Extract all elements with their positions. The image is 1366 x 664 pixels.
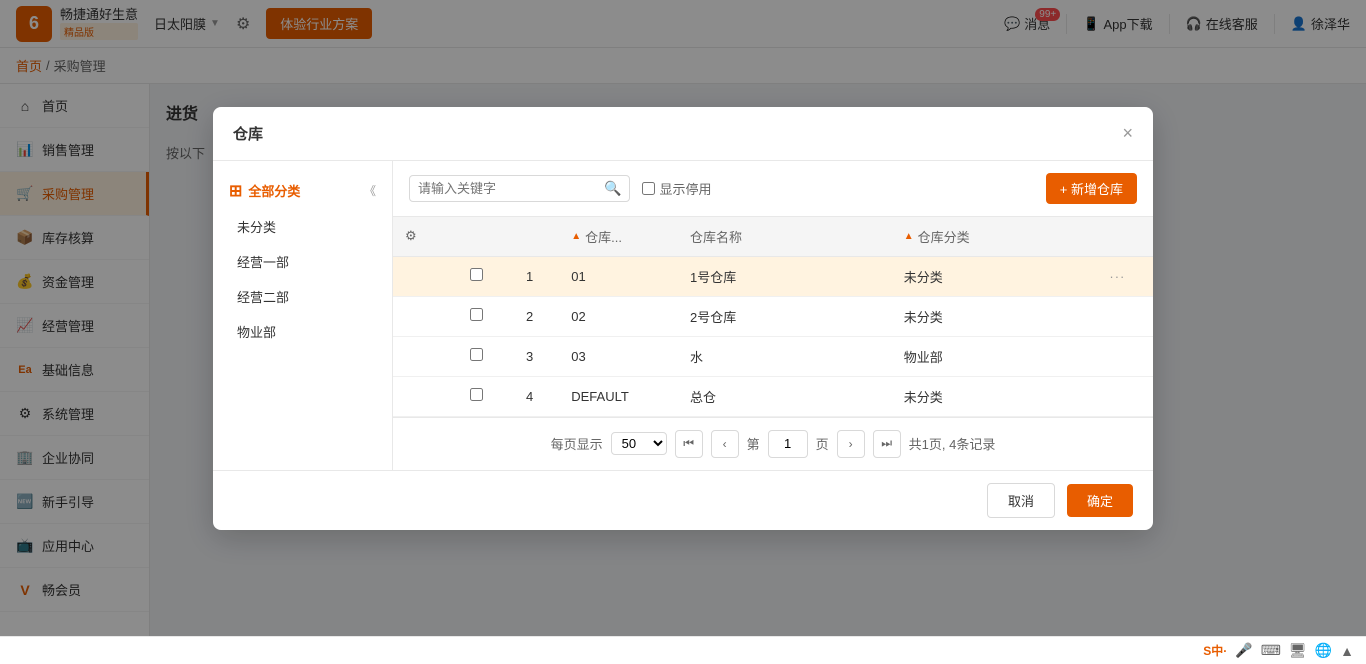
row-dots-icon[interactable]: ··· bbox=[1109, 269, 1125, 284]
table-body: 1 01 1号仓库 未分类 ··· 2 02 2 bbox=[393, 256, 1153, 416]
per-page-label: 每页显示 bbox=[551, 434, 603, 453]
row-checkbox[interactable] bbox=[470, 268, 483, 281]
page-label: 第 bbox=[747, 434, 760, 453]
table-scroll: ⚙ ▲ 仓库... 仓库名称 bbox=[393, 217, 1153, 417]
table-row[interactable]: 1 01 1号仓库 未分类 ··· bbox=[393, 256, 1153, 296]
row-check[interactable] bbox=[452, 296, 500, 336]
statusbar: S中· 🎤 ⌨ 🖥 🌐 ▲ bbox=[0, 636, 1366, 664]
prev-page-button[interactable]: ‹ bbox=[711, 430, 739, 458]
search-box: 🔍 bbox=[409, 175, 630, 202]
add-warehouse-button[interactable]: + 新增仓库 bbox=[1046, 173, 1137, 204]
th-type-label: 仓库分类 bbox=[918, 227, 970, 246]
cat-item-ops1[interactable]: 经营一部 bbox=[213, 244, 392, 279]
category-panel: ⊞ 全部分类 《 未分类 经营一部 经营二部 物业部 bbox=[213, 161, 393, 470]
arrow-up-icon[interactable]: ▲ bbox=[1340, 643, 1354, 659]
row-type: 未分类 bbox=[892, 376, 1082, 416]
last-page-button[interactable]: ⏭ bbox=[873, 430, 901, 458]
row-name: 1号仓库 bbox=[678, 256, 892, 296]
row-checkbox[interactable] bbox=[470, 308, 483, 321]
row-code: 03 bbox=[559, 336, 678, 376]
th-type: ▲ 仓库分类 bbox=[892, 217, 1082, 257]
th-gear[interactable]: ⚙ bbox=[393, 217, 452, 257]
warehouse-modal: 仓库 × ⊞ 全部分类 《 未分类 经营一部 经营二部 物业部 bbox=[213, 107, 1153, 530]
row-actions bbox=[1082, 336, 1153, 376]
row-type: 物业部 bbox=[892, 336, 1082, 376]
row-code: DEFAULT bbox=[559, 376, 678, 416]
row-no: 4 bbox=[500, 376, 559, 416]
pagination: 每页显示 50 100 ⏮ ‹ 第 页 › ⏭ 共1页, 4条记录 bbox=[393, 417, 1153, 470]
next-page-button[interactable]: › bbox=[837, 430, 865, 458]
search-input[interactable] bbox=[418, 181, 598, 196]
table-row[interactable]: 4 DEFAULT 总仓 未分类 bbox=[393, 376, 1153, 416]
row-gear bbox=[393, 376, 452, 416]
row-gear bbox=[393, 336, 452, 376]
cancel-button[interactable]: 取消 bbox=[987, 483, 1055, 518]
th-actions bbox=[1082, 217, 1153, 257]
table-toolbar: 🔍 显示停用 + 新增仓库 bbox=[393, 161, 1153, 217]
page-suffix: 页 bbox=[816, 434, 829, 453]
row-no: 2 bbox=[500, 296, 559, 336]
type-sort-icon: ▲ bbox=[904, 231, 914, 242]
show-disabled-checkbox[interactable] bbox=[642, 182, 655, 195]
category-header[interactable]: ⊞ 全部分类 《 bbox=[213, 173, 392, 209]
cat-item-unclassified[interactable]: 未分类 bbox=[213, 209, 392, 244]
modal-title: 仓库 bbox=[233, 123, 263, 144]
warehouse-table: ⚙ ▲ 仓库... 仓库名称 bbox=[393, 217, 1153, 417]
th-check bbox=[452, 217, 500, 257]
row-name: 总仓 bbox=[678, 376, 892, 416]
row-check[interactable] bbox=[452, 336, 500, 376]
modal-footer: 取消 确定 bbox=[213, 470, 1153, 530]
keyboard-icon[interactable]: ⌨ bbox=[1261, 642, 1281, 659]
monitor-icon[interactable]: 🖥 bbox=[1289, 642, 1307, 659]
row-check[interactable] bbox=[452, 376, 500, 416]
row-checkbox[interactable] bbox=[470, 348, 483, 361]
th-no bbox=[500, 217, 559, 257]
language-icon[interactable]: 🌐 bbox=[1315, 642, 1332, 659]
modal-overlay: 仓库 × ⊞ 全部分类 《 未分类 经营一部 经营二部 物业部 bbox=[0, 0, 1366, 636]
per-page-select[interactable]: 50 100 bbox=[611, 432, 667, 455]
row-check[interactable] bbox=[452, 256, 500, 296]
row-actions[interactable]: ··· bbox=[1082, 256, 1153, 296]
table-row[interactable]: 2 02 2号仓库 未分类 bbox=[393, 296, 1153, 336]
search-icon: 🔍 bbox=[604, 180, 621, 197]
modal-close-button[interactable]: × bbox=[1122, 123, 1133, 144]
row-code: 02 bbox=[559, 296, 678, 336]
row-name: 2号仓库 bbox=[678, 296, 892, 336]
modal-header: 仓库 × bbox=[213, 107, 1153, 161]
th-code[interactable]: ▲ 仓库... bbox=[559, 217, 678, 257]
row-no: 3 bbox=[500, 336, 559, 376]
row-actions bbox=[1082, 296, 1153, 336]
table-panel: 🔍 显示停用 + 新增仓库 ⚙ bbox=[393, 161, 1153, 470]
table-row[interactable]: 3 03 水 物业部 bbox=[393, 336, 1153, 376]
row-type: 未分类 bbox=[892, 256, 1082, 296]
row-type: 未分类 bbox=[892, 296, 1082, 336]
category-all-label: 全部分类 bbox=[248, 181, 300, 200]
grid-icon: ⊞ bbox=[229, 181, 242, 201]
show-disabled-text: 显示停用 bbox=[659, 179, 711, 198]
table-head: ⚙ ▲ 仓库... 仓库名称 bbox=[393, 217, 1153, 257]
statusbar-brand: S中· bbox=[1203, 642, 1227, 659]
cat-item-ops2[interactable]: 经营二部 bbox=[213, 279, 392, 314]
page-input[interactable] bbox=[768, 430, 808, 458]
category-collapse-button[interactable]: 《 bbox=[364, 182, 376, 199]
mic-icon[interactable]: 🎤 bbox=[1235, 642, 1252, 659]
confirm-button[interactable]: 确定 bbox=[1067, 484, 1133, 517]
sort-icon: ▲ bbox=[571, 231, 581, 242]
row-actions bbox=[1082, 376, 1153, 416]
gear-th-icon: ⚙ bbox=[405, 228, 417, 243]
first-page-button[interactable]: ⏮ bbox=[675, 430, 703, 458]
modal-body: ⊞ 全部分类 《 未分类 经营一部 经营二部 物业部 🔍 bbox=[213, 161, 1153, 470]
th-code-label: 仓库... bbox=[585, 227, 622, 246]
row-name: 水 bbox=[678, 336, 892, 376]
row-checkbox[interactable] bbox=[470, 388, 483, 401]
row-code: 01 bbox=[559, 256, 678, 296]
th-name: 仓库名称 bbox=[678, 217, 892, 257]
total-label: 共1页, 4条记录 bbox=[909, 434, 996, 453]
row-gear bbox=[393, 256, 452, 296]
cat-item-property[interactable]: 物业部 bbox=[213, 314, 392, 349]
row-gear bbox=[393, 296, 452, 336]
show-disabled-label: 显示停用 bbox=[642, 179, 711, 198]
row-no: 1 bbox=[500, 256, 559, 296]
